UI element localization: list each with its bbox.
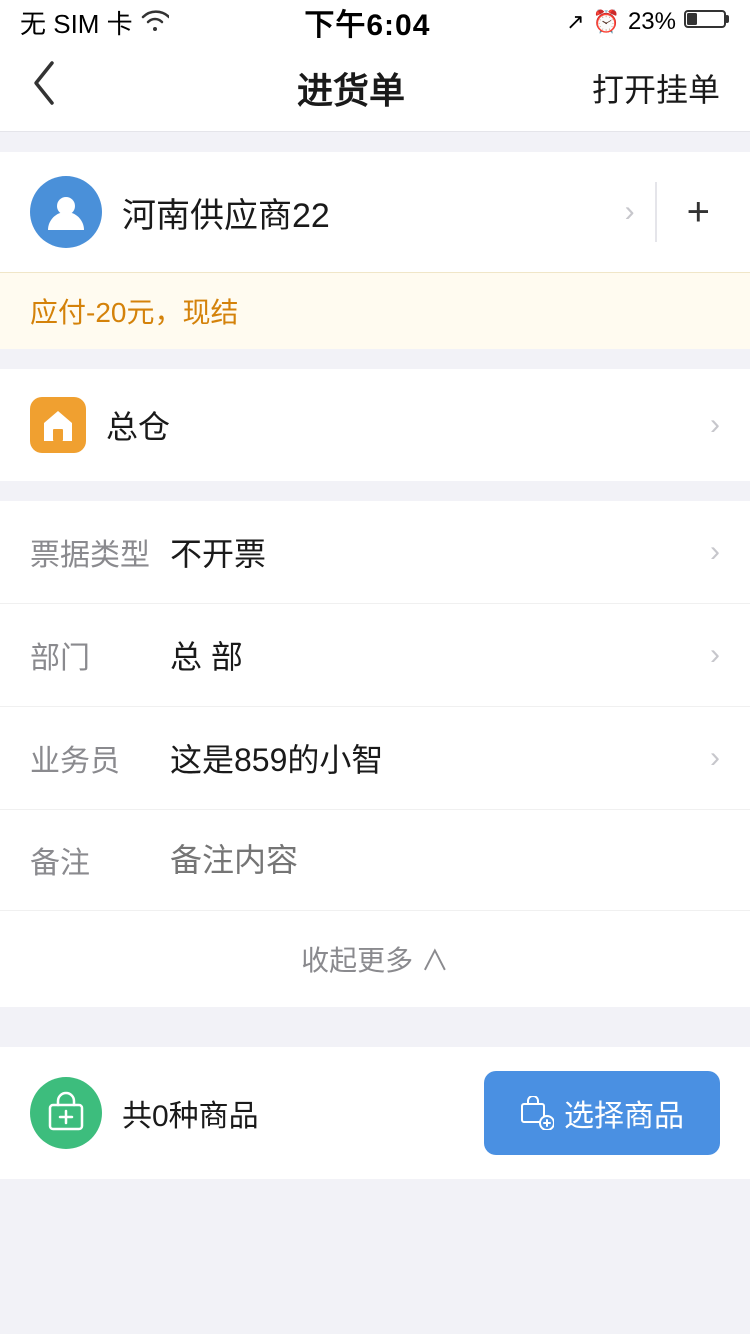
select-product-label: 选择商品: [564, 1091, 684, 1135]
remark-input[interactable]: [170, 842, 720, 879]
remark-label: 备注: [30, 838, 150, 882]
warehouse-chevron: ›: [710, 408, 720, 442]
product-section: 共0种商品 选择商品: [0, 1047, 750, 1179]
location-icon: ↗: [566, 9, 584, 35]
remark-row[interactable]: 备注: [0, 810, 750, 910]
salesperson-value: 这是859的小智: [170, 735, 700, 781]
invoice-type-label: 票据类型: [30, 530, 150, 574]
alarm-icon: ⏰: [593, 9, 620, 35]
notice-banner: 应付-20元，现结: [0, 272, 750, 349]
divider: [655, 182, 657, 242]
form-section: 票据类型 不开票 › 部门 总 部 › 业务员 这是859的小智 › 备注 收起…: [0, 501, 750, 1007]
back-button[interactable]: [30, 59, 110, 117]
supplier-section: 河南供应商22 › + 应付-20元，现结: [0, 152, 750, 349]
battery-text: 23%: [628, 8, 676, 36]
battery-icon: [684, 8, 730, 37]
supplier-name: 河南供应商22: [122, 188, 615, 237]
chevron-icon: ›: [625, 195, 635, 229]
department-value: 总 部: [170, 632, 700, 678]
nav-bar: 进货单 打开挂单: [0, 44, 750, 132]
department-row[interactable]: 部门 总 部 ›: [0, 604, 750, 707]
salesperson-chevron: ›: [710, 741, 720, 775]
select-product-button[interactable]: 选择商品: [484, 1071, 720, 1155]
section-gap-2: [0, 349, 750, 369]
section-gap-1: [0, 132, 750, 152]
wifi-icon: [141, 7, 169, 38]
department-label: 部门: [30, 633, 150, 677]
section-gap-3: [0, 481, 750, 501]
open-pending-button[interactable]: 打开挂单: [592, 65, 720, 111]
status-bar: 无 SIM 卡 下午6:04 ↗ ⏰ 23%: [0, 0, 750, 44]
section-gap-4: [0, 1007, 750, 1027]
salesperson-row[interactable]: 业务员 这是859的小智 ›: [0, 707, 750, 810]
collapse-row[interactable]: 收起更多 ∧: [0, 910, 750, 1007]
warehouse-row[interactable]: 总仓 ›: [0, 369, 750, 481]
product-count: 共0种商品: [122, 1091, 484, 1135]
invoice-type-row[interactable]: 票据类型 不开票 ›: [0, 501, 750, 604]
page-title: 进货单: [297, 62, 405, 114]
salesperson-label: 业务员: [30, 736, 150, 780]
product-icon: [30, 1077, 102, 1149]
invoice-type-value: 不开票: [170, 529, 700, 575]
invoice-chevron: ›: [710, 535, 720, 569]
status-icons: ↗ ⏰ 23%: [566, 8, 730, 37]
warehouse-icon: [30, 397, 86, 453]
department-chevron: ›: [710, 638, 720, 672]
warehouse-name: 总仓: [106, 402, 700, 448]
status-carrier: 无 SIM 卡: [20, 4, 169, 41]
status-time: 下午6:04: [304, 0, 430, 44]
add-supplier-button[interactable]: +: [677, 180, 720, 245]
notice-text: 应付-20元，现结: [30, 297, 238, 328]
supplier-row[interactable]: 河南供应商22 › +: [0, 152, 750, 272]
collapse-label: 收起更多 ∧: [301, 939, 449, 979]
supplier-avatar: [30, 176, 102, 248]
warehouse-section: 总仓 ›: [0, 369, 750, 481]
